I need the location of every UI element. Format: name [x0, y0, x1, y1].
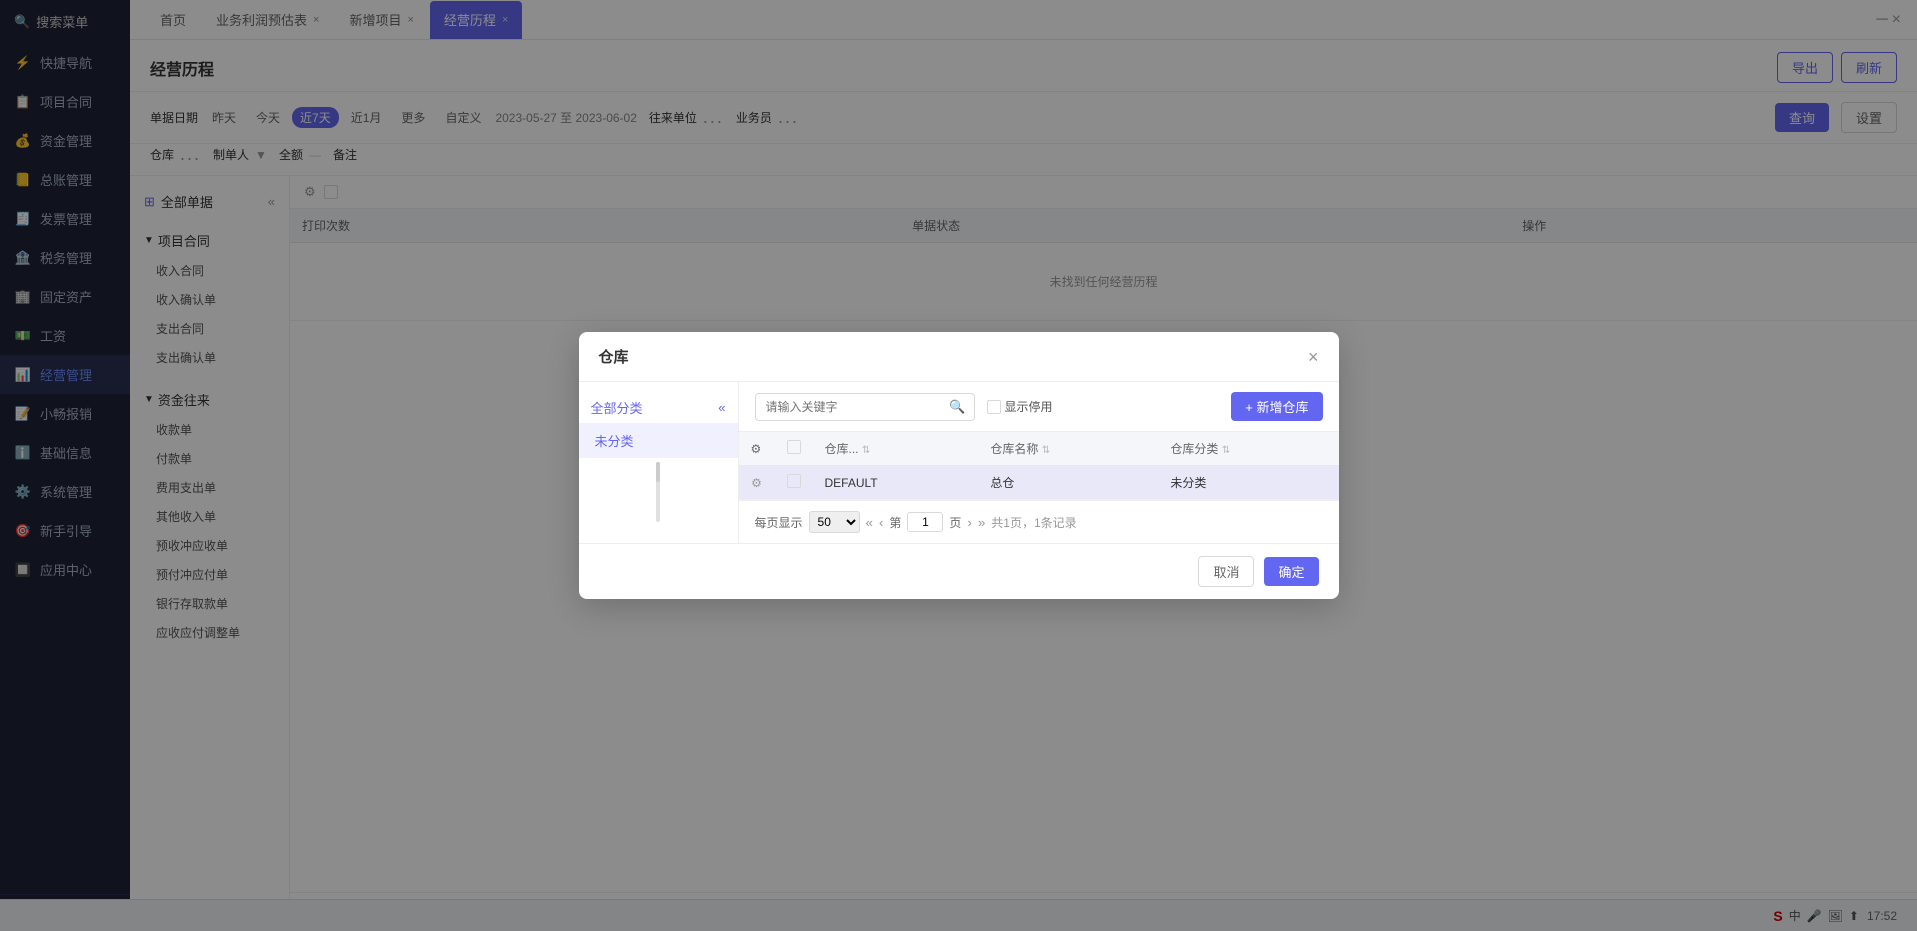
- modal-first-page[interactable]: «: [866, 515, 873, 530]
- col-checkbox-header[interactable]: [775, 432, 813, 466]
- warehouse-modal: 仓库 × 全部分类 « 未分类: [579, 332, 1339, 599]
- modal-footer: 每页显示 50 100 « ‹ 第 页 › » 共: [739, 500, 1339, 543]
- modal-overlay[interactable]: 仓库 × 全部分类 « 未分类: [0, 0, 1917, 931]
- modal-page-suffix: 页: [949, 514, 961, 531]
- modal-search: 🔍: [755, 393, 975, 421]
- modal-table: ⚙ 仓库... ⇅: [739, 432, 1339, 500]
- modal-sidebar-uncategorized[interactable]: 未分类: [579, 423, 738, 458]
- modal-toolbar: 🔍 显示停用 + 新增仓库: [739, 382, 1339, 432]
- all-categories-label: 全部分类: [591, 398, 643, 417]
- app-container: 🔍 搜索菜单 ⚡ 快捷导航 📋 项目合同 💰 资金管理 📒 总账管理 🧾 发票管…: [0, 0, 1917, 931]
- show-disabled-label: 显示停用: [1005, 398, 1053, 415]
- modal-table-container: ⚙ 仓库... ⇅: [739, 432, 1339, 500]
- modal-sidebar-header[interactable]: 全部分类 «: [579, 392, 738, 423]
- modal-next-page[interactable]: ›: [967, 515, 971, 530]
- modal-actions: 取消 确定: [579, 543, 1339, 599]
- modal-per-page-label: 每页显示: [755, 514, 803, 531]
- modal-header: 仓库 ×: [579, 332, 1339, 382]
- col-settings[interactable]: ⚙: [739, 432, 775, 466]
- row-code: DEFAULT: [813, 466, 979, 500]
- modal-close-button[interactable]: ×: [1308, 348, 1319, 366]
- row-checkbox[interactable]: [775, 466, 813, 500]
- sidebar-collapse-icon[interactable]: «: [718, 400, 725, 415]
- show-disabled-toggle[interactable]: 显示停用: [987, 398, 1053, 415]
- modal-total-info: 共1页，1条记录: [991, 514, 1076, 531]
- search-input[interactable]: [756, 395, 942, 419]
- select-all-checkbox[interactable]: [787, 440, 801, 454]
- sort-icon-category[interactable]: ⇅: [1222, 445, 1230, 456]
- modal-page-input[interactable]: [907, 512, 943, 532]
- col-name-header: 仓库名称 ⇅: [978, 432, 1158, 466]
- row-select-checkbox[interactable]: [787, 474, 801, 488]
- modal-sidebar-scroll: 未分类: [579, 423, 738, 458]
- modal-title: 仓库: [599, 346, 629, 367]
- search-icon: 🔍: [941, 394, 973, 420]
- modal-last-page[interactable]: »: [978, 515, 985, 530]
- modal-per-page-select[interactable]: 50 100: [809, 511, 860, 533]
- modal-content: 🔍 显示停用 + 新增仓库: [739, 382, 1339, 543]
- add-warehouse-button[interactable]: + 新增仓库: [1231, 392, 1322, 421]
- col-category-header: 仓库分类 ⇅: [1158, 432, 1338, 466]
- sort-icon-name[interactable]: ⇅: [1042, 445, 1050, 456]
- table-row[interactable]: ⚙ DEFAULT 总仓 未分类: [739, 466, 1339, 500]
- sort-icon-code[interactable]: ⇅: [862, 445, 870, 456]
- col-code-header: 仓库... ⇅: [813, 432, 979, 466]
- show-disabled-checkbox[interactable]: [987, 400, 1001, 414]
- modal-sidebar: 全部分类 « 未分类: [579, 382, 739, 543]
- col-settings-icon[interactable]: ⚙: [751, 442, 762, 456]
- modal-pagination: 每页显示 50 100 « ‹ 第 页 › » 共: [755, 511, 1077, 533]
- row-settings: ⚙: [739, 466, 775, 500]
- modal-page-label: 第: [889, 514, 901, 531]
- modal-table-header: ⚙ 仓库... ⇅: [739, 432, 1339, 466]
- confirm-button[interactable]: 确定: [1264, 557, 1318, 586]
- cancel-button[interactable]: 取消: [1198, 556, 1254, 587]
- row-name: 总仓: [978, 466, 1158, 500]
- modal-body: 全部分类 « 未分类: [579, 382, 1339, 543]
- modal-prev-page[interactable]: ‹: [879, 515, 883, 530]
- row-category: 未分类: [1158, 466, 1338, 500]
